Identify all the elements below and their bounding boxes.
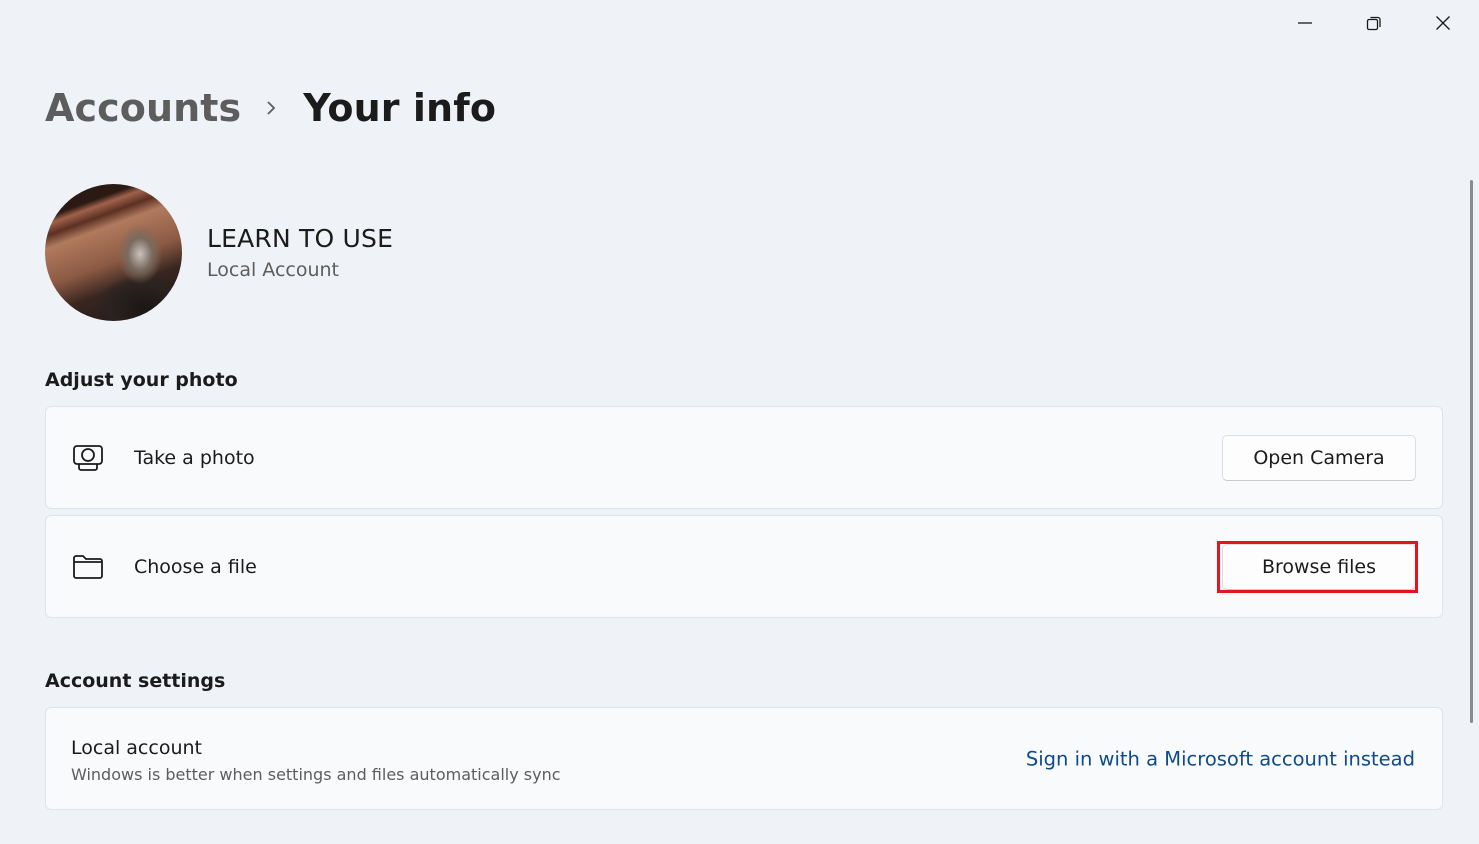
page-title: Your info bbox=[303, 86, 497, 130]
user-name: LEARN TO USE bbox=[207, 224, 394, 253]
open-camera-button[interactable]: Open Camera bbox=[1222, 434, 1416, 481]
restore-button[interactable] bbox=[1340, 0, 1408, 46]
minimize-icon bbox=[1297, 15, 1313, 31]
camera-icon bbox=[72, 444, 104, 472]
take-photo-card: Take a photo Open Camera bbox=[45, 406, 1443, 509]
section-title-account-settings: Account settings bbox=[45, 670, 226, 692]
breadcrumb-accounts[interactable]: Accounts bbox=[45, 86, 241, 130]
restore-icon bbox=[1366, 15, 1382, 31]
local-account-subtitle: Windows is better when settings and file… bbox=[71, 765, 561, 784]
browse-files-button[interactable]: Browse files bbox=[1222, 543, 1416, 590]
account-type: Local Account bbox=[207, 259, 339, 281]
chevron-right-icon bbox=[265, 99, 277, 117]
sign-in-microsoft-link[interactable]: Sign in with a Microsoft account instead bbox=[1026, 747, 1415, 770]
close-icon bbox=[1435, 15, 1451, 31]
choose-file-label: Choose a file bbox=[134, 555, 257, 578]
avatar bbox=[45, 184, 182, 321]
folder-icon bbox=[72, 553, 104, 581]
take-photo-label: Take a photo bbox=[134, 446, 255, 469]
choose-file-card: Choose a file Browse files bbox=[45, 515, 1443, 618]
scrollbar[interactable] bbox=[1470, 180, 1473, 723]
local-account-title: Local account bbox=[71, 737, 202, 759]
close-button[interactable] bbox=[1409, 0, 1477, 46]
local-account-card: Local account Windows is better when set… bbox=[45, 707, 1443, 810]
breadcrumb: Accounts Your info bbox=[45, 86, 496, 130]
section-title-adjust-photo: Adjust your photo bbox=[45, 369, 238, 391]
minimize-button[interactable] bbox=[1271, 0, 1339, 46]
